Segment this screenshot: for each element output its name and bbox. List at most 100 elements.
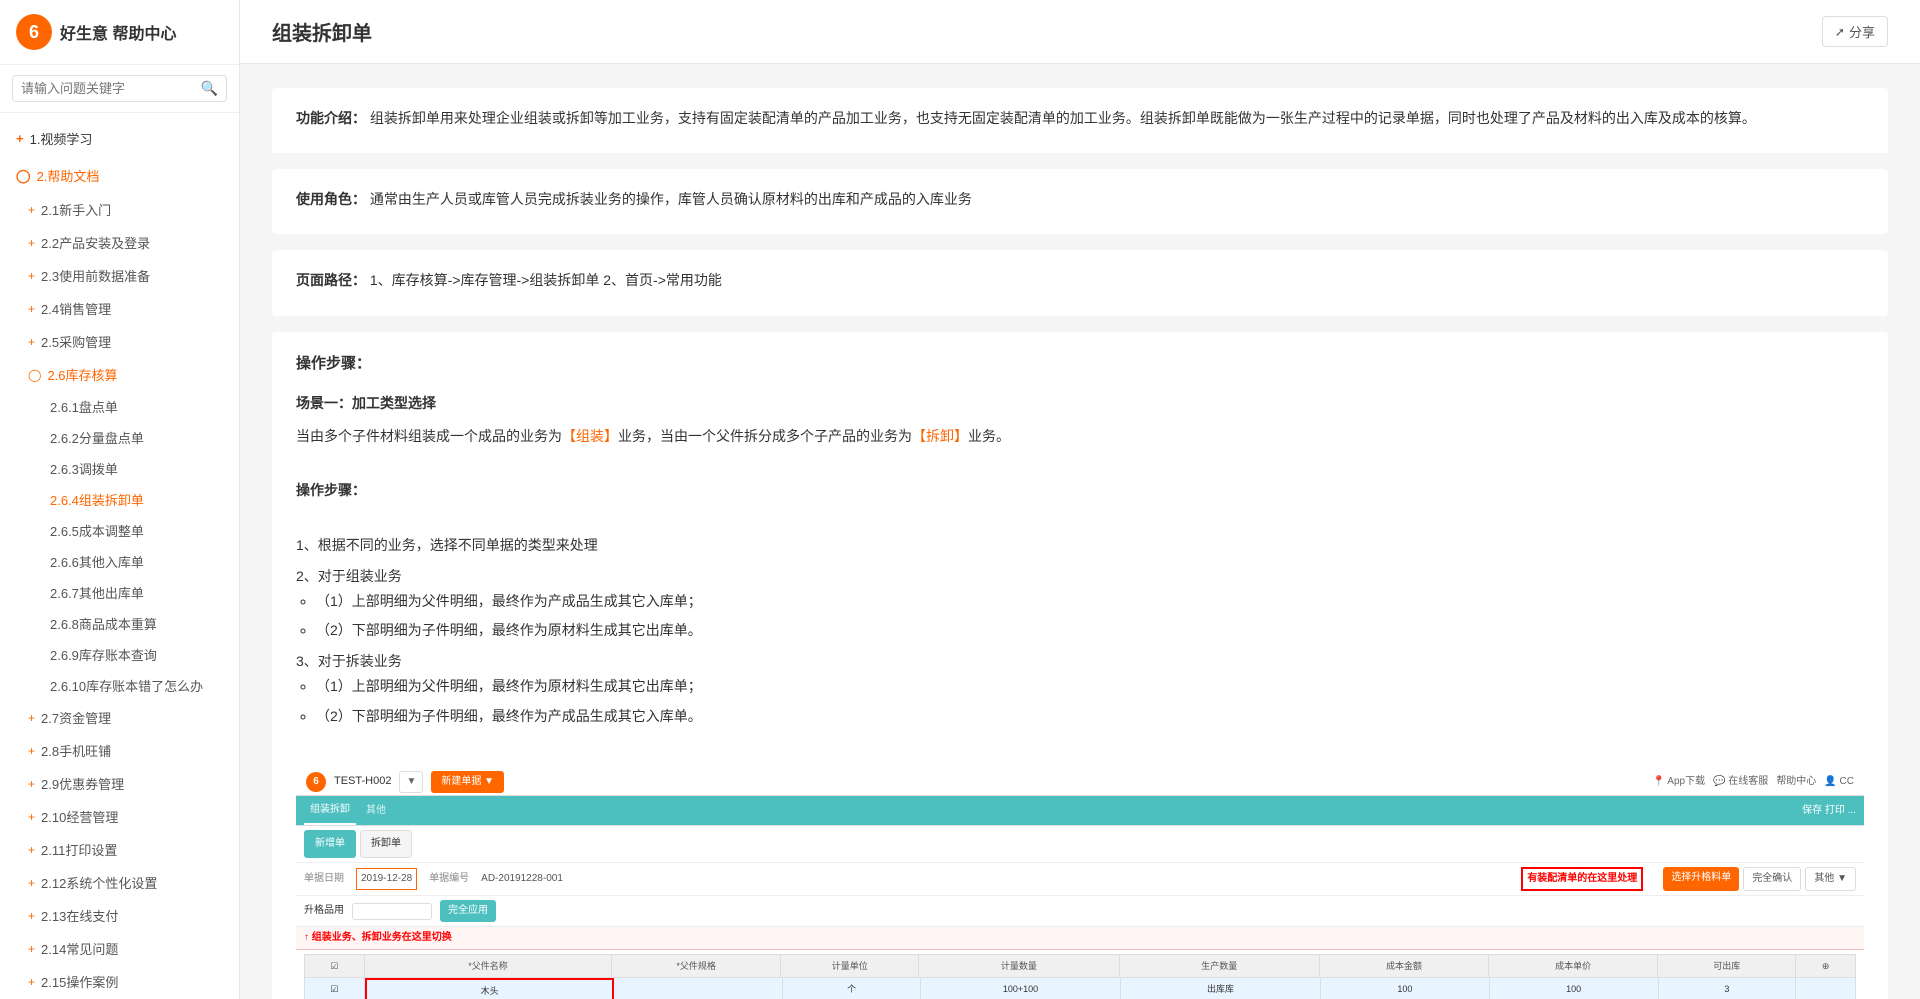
mock-upper-grid: ☑ *父件名称 *父件规格 计量单位 计量数量 生产数量 成本金额 成本单价 可… [296, 950, 1864, 999]
mock-tab-disassemble[interactable]: 拆卸单 [360, 830, 412, 858]
collapse-icon: ◯ [16, 168, 31, 184]
expand-icon: + [28, 269, 35, 283]
expand-icon: + [28, 843, 35, 857]
sidebar-item-other-in[interactable]: 2.6.6其他入库单 [0, 546, 239, 577]
mock-type-input[interactable] [352, 903, 432, 920]
expand-icon: + [28, 876, 35, 890]
sidebar-item-data-prep[interactable]: + 2.3使用前数据准备 [0, 259, 239, 292]
mock-select-btn[interactable]: 选择升格料单 [1663, 867, 1739, 891]
mock-type-row: 升格品用 完全应用 [296, 896, 1864, 927]
mock-app: 6 TEST-H002 ▼ 新建单据 ▼ 📍 App下载 💬 在线客服 帮助中心… [296, 768, 1864, 999]
expand-icon: + [28, 203, 35, 217]
sidebar-item-purchase[interactable]: + 2.5采购管理 [0, 325, 239, 358]
sidebar-item-label: 2.13在线支付 [41, 906, 118, 925]
sidebar-item-label: 2.7资金管理 [41, 708, 111, 727]
screenshot-container: 6 TEST-H002 ▼ 新建单据 ▼ 📍 App下载 💬 在线客服 帮助中心… [296, 768, 1864, 999]
role-card: 使用角色： 通常由生产人员或库管人员完成拆装业务的操作，库管人员确认原材料的出库… [272, 169, 1888, 234]
sidebar-item-install[interactable]: + 2.2产品安装及登录 [0, 226, 239, 259]
share-icon: ➚ [1835, 25, 1845, 39]
share-button[interactable]: ➚ 分享 [1822, 16, 1888, 47]
mock-date-val: 2019-12-28 [356, 868, 417, 890]
main-header: 组装拆卸单 ➚ 分享 [240, 0, 1920, 64]
page-title: 组装拆卸单 [272, 17, 372, 46]
mock-icon3: 帮助中心 [1776, 773, 1816, 791]
sidebar-item-mgmt[interactable]: + 2.10经营管理 [0, 800, 239, 833]
mock-topbar-icons: 📍 App下载 💬 在线客服 帮助中心 👤 CC [1653, 773, 1854, 791]
sidebar-item-label: 2.9优惠券管理 [41, 774, 124, 793]
expand-icon: + [28, 975, 35, 989]
sidebar-item-label: 2.10经营管理 [41, 807, 118, 826]
sidebar-item-label: 2.1新手入门 [41, 200, 111, 219]
mock-icon1: 📍 App下载 [1653, 773, 1705, 791]
sidebar-item-label: 2.帮助文档 [37, 166, 100, 185]
path-text: 页面路径： 1、库存核算->库存管理->组装拆卸单 2、首页->常用功能 [296, 268, 1864, 293]
expand-icon: + [16, 131, 24, 146]
main-area: 组装拆卸单 ➚ 分享 功能介绍： 组装拆卸单用来处理企业组装或拆卸等加工业务，支… [240, 0, 1920, 999]
sidebar-item-sales[interactable]: + 2.4销售管理 [0, 292, 239, 325]
expand-icon: + [28, 335, 35, 349]
mock-nav-actions: 保存 打印 ... [1802, 802, 1856, 820]
search-icon[interactable]: 🔍 [201, 80, 218, 97]
path-card: 页面路径： 1、库存核算->库存管理->组装拆卸单 2、首页->常用功能 [272, 250, 1888, 315]
expand-icon: + [28, 744, 35, 758]
sidebar-item-assembly[interactable]: 2.6.4组装拆卸单 [0, 484, 239, 515]
sidebar-item-video[interactable]: + 1.视频学习 [0, 121, 239, 156]
mock-icon2: 💬 在线客服 [1713, 773, 1768, 791]
sidebar-item-inv-ledger[interactable]: 2.6.9库存账本查询 [0, 639, 239, 670]
search-box[interactable]: 🔍 [12, 75, 227, 102]
mock-annotation-fixed-list: 有装配清单的在这里处理 [1521, 867, 1643, 891]
mock-apply-btn[interactable]: 完全应用 [440, 900, 496, 922]
sidebar-item-coupon[interactable]: + 2.9优惠券管理 [0, 767, 239, 800]
expand-icon: + [28, 302, 35, 316]
mock-company: TEST-H002 [334, 772, 391, 792]
sidebar-item-label: 2.14常见问题 [41, 939, 118, 958]
mock-new-btn[interactable]: 新建单据 ▼ [431, 771, 504, 793]
steps-title: 操作步骤： [296, 478, 1864, 503]
mock-annotation-switch: ↑ 组装业务、拆卸业务在这里切换 [296, 927, 1864, 950]
expand-icon: + [28, 909, 35, 923]
sidebar-item-finance[interactable]: + 2.7资金管理 [0, 701, 239, 734]
sidebar-item-transfer[interactable]: 2.6.3调拨单 [0, 453, 239, 484]
step-1: 1、根据不同的业务，选择不同单据的类型来处理 [296, 533, 1864, 558]
mock-nav-tab-assembly[interactable]: 组装拆卸 [304, 797, 356, 825]
mock-code-val: AD-20191228-001 [481, 870, 563, 888]
mock-nav-tab-other[interactable]: 其他 [360, 798, 392, 824]
sidebar-item-custom[interactable]: + 2.12系统个性化设置 [0, 866, 239, 899]
sidebar-item-cost-adj[interactable]: 2.6.5成本调整单 [0, 515, 239, 546]
sidebar-item-label: 1.视频学习 [30, 129, 93, 148]
sidebar-item-print[interactable]: + 2.11打印设置 [0, 833, 239, 866]
app-logo: 6 [16, 14, 52, 50]
expand-icon: + [28, 942, 35, 956]
nav-section-2: ◯ 2.帮助文档 + 2.1新手入门 + 2.2产品安装及登录 + 2.3使用前… [0, 158, 239, 998]
step-3: 3、对于拆装业务 （1）上部明细为父件明细，最终作为原材料生成其它出库单； （2… [296, 649, 1864, 729]
steps-card: 操作步骤： 场景一：加工类型选择 当由多个子件材料组装成一个成品的业务为【组装】… [272, 332, 1888, 999]
sidebar-item-inventory[interactable]: ◯ 2.6库存核算 [0, 358, 239, 391]
sidebar-item-mobile[interactable]: + 2.8手机旺铺 [0, 734, 239, 767]
mock-other-btn[interactable]: 其他 ▼ [1805, 867, 1856, 891]
sidebar-item-other-out[interactable]: 2.6.7其他出库单 [0, 577, 239, 608]
sidebar-item-newbie[interactable]: + 2.1新手入门 [0, 193, 239, 226]
expand-icon: + [28, 810, 35, 824]
nav-section-1: + 1.视频学习 [0, 121, 239, 156]
mock-icon4: 👤 CC [1824, 773, 1854, 791]
sidebar-item-label: 2.2产品安装及登录 [41, 233, 150, 252]
sidebar-item-label: 2.5采购管理 [41, 332, 111, 351]
expand-icon: + [28, 236, 35, 250]
sidebar-item-partial-stocktake[interactable]: 2.6.2分量盘点单 [0, 422, 239, 453]
sidebar: 6 好生意 帮助中心 🔍 + 1.视频学习 ◯ 2.帮助文档 + [0, 0, 240, 999]
sidebar-item-faq[interactable]: + 2.14常见问题 [0, 932, 239, 965]
mock-confirm-btn[interactable]: 完全确认 [1743, 867, 1801, 891]
mock-tab-new[interactable]: 新增单 [304, 830, 356, 858]
expand-icon: + [28, 711, 35, 725]
mock-parent-row-1: ☑ 木头 个 100+100 出库库 100 100 3 [304, 978, 1856, 999]
sidebar-item-stocktake[interactable]: 2.6.1盘点单 [0, 391, 239, 422]
search-input[interactable] [21, 81, 201, 96]
sidebar-item-payment[interactable]: + 2.13在线支付 [0, 899, 239, 932]
sidebar-item-inv-error[interactable]: 2.6.10库存账本错了怎么办 [0, 670, 239, 701]
sidebar-item-cost-recalc[interactable]: 2.6.8商品成本重算 [0, 608, 239, 639]
sidebar-item-label: 2.12系统个性化设置 [41, 873, 157, 892]
role-text: 使用角色： 通常由生产人员或库管人员完成拆装业务的操作，库管人员确认原材料的出库… [296, 187, 1864, 212]
sidebar-item-cases[interactable]: + 2.15操作案例 [0, 965, 239, 998]
sidebar-item-label: 2.15操作案例 [41, 972, 118, 991]
sidebar-item-docs[interactable]: ◯ 2.帮助文档 [0, 158, 239, 193]
